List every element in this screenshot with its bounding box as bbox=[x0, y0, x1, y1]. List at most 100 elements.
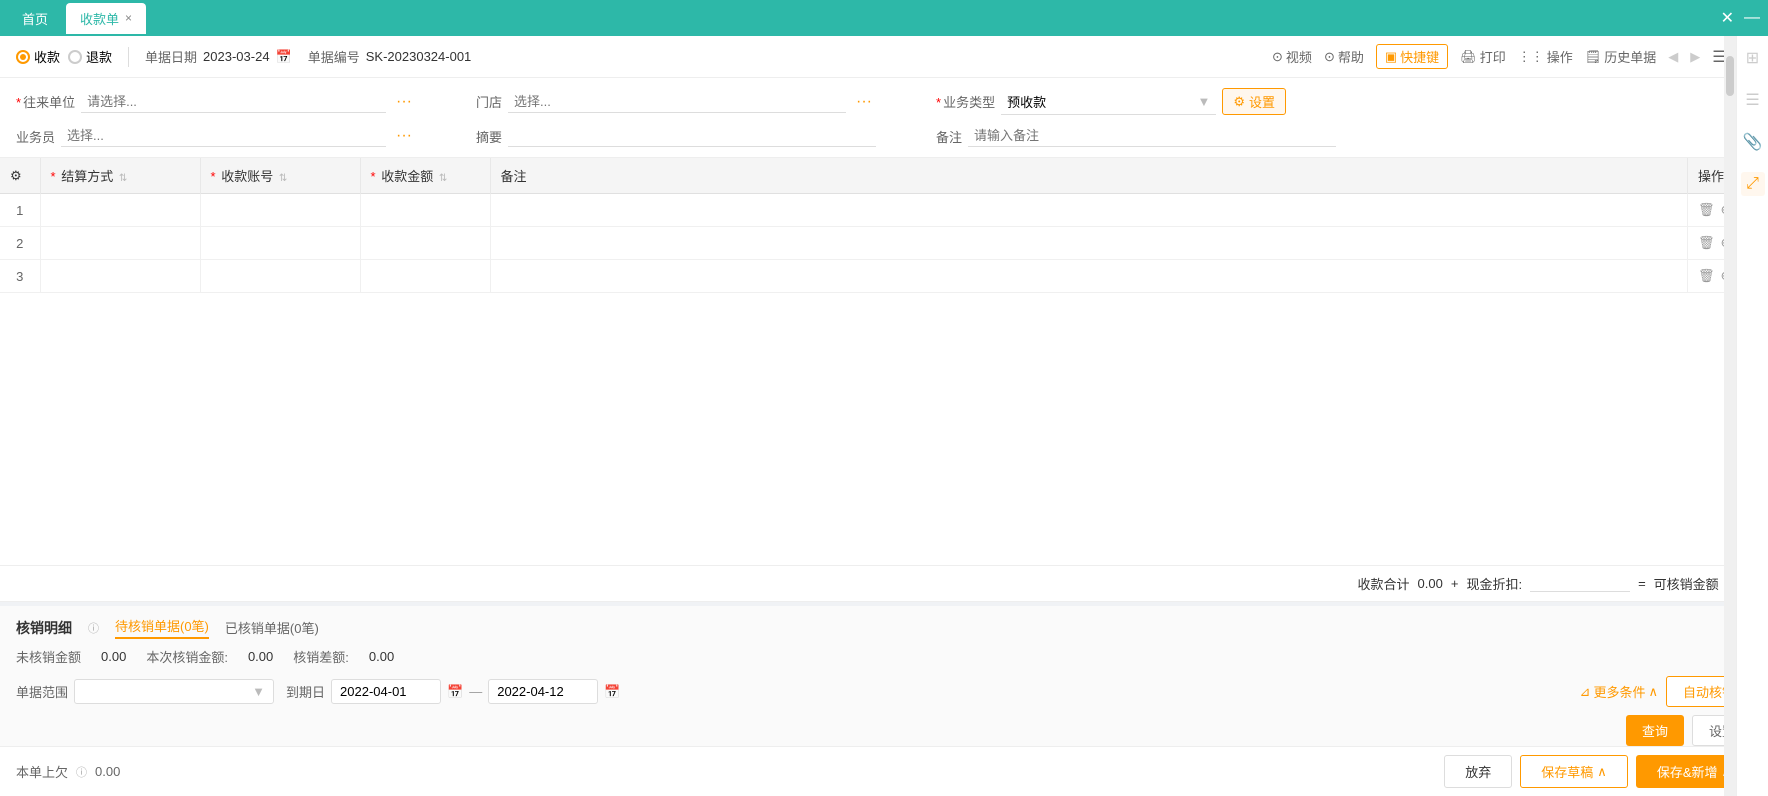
range-select[interactable]: ▼ bbox=[74, 679, 274, 704]
customer-field: *往来单位 ··· bbox=[16, 91, 416, 113]
sidebar-table-icon[interactable]: ⊞ bbox=[1741, 46, 1765, 70]
tab-active[interactable]: 收款单 × bbox=[66, 3, 146, 34]
tab-close-button[interactable]: × bbox=[125, 11, 132, 25]
video-button[interactable]: ⊙ 视频 bbox=[1272, 47, 1312, 66]
row-1-settlement[interactable] bbox=[40, 194, 200, 227]
sidebar-attach-icon[interactable]: 📎 bbox=[1741, 130, 1765, 154]
row-3-settlement[interactable] bbox=[40, 260, 200, 293]
col-account-th[interactable]: * 收款账号 ⇅ bbox=[200, 158, 360, 194]
this-check-value: 0.00 bbox=[248, 649, 273, 664]
date-to-cal-icon[interactable]: 📅 bbox=[604, 684, 620, 700]
toolbar-nav-left[interactable]: ◀ bbox=[1668, 49, 1678, 65]
discount-label: 现金折扣: bbox=[1466, 574, 1522, 593]
row-2-amount[interactable] bbox=[360, 227, 490, 260]
customer-more-button[interactable]: ··· bbox=[392, 93, 416, 111]
row-2-settlement[interactable] bbox=[40, 227, 200, 260]
date-label: 单据日期 bbox=[145, 47, 197, 66]
range-filter-field: 单据范围 ▼ bbox=[16, 679, 274, 704]
customer-input[interactable] bbox=[81, 91, 386, 113]
chevron-up-icon: ∧ bbox=[1648, 684, 1658, 700]
date-to-input[interactable] bbox=[488, 679, 598, 704]
store-input[interactable] bbox=[508, 91, 846, 113]
sidebar-list-icon[interactable]: ☰ bbox=[1741, 88, 1765, 112]
print-icon: 🖨 bbox=[1460, 49, 1477, 65]
hexiao-info-icon[interactable]: ⓘ bbox=[88, 620, 99, 636]
row-3-num: 3 bbox=[0, 260, 40, 293]
table-row: 1 🗑 ⊕ bbox=[0, 194, 1768, 227]
radio-refund[interactable]: 退款 bbox=[68, 47, 112, 66]
radio-refund-circle bbox=[68, 50, 82, 64]
calendar-icon[interactable]: 📅 bbox=[276, 49, 292, 65]
help-button[interactable]: ⊙ 帮助 bbox=[1324, 47, 1364, 66]
prev-info-icon[interactable]: ⓘ bbox=[76, 764, 87, 780]
history-button[interactable]: 🗒 历史单据 bbox=[1585, 47, 1657, 66]
scrollbar-thumb[interactable] bbox=[1726, 56, 1734, 96]
footer-right: 放弃 保存草稿 ∧ 保存&新增 ∧ bbox=[1444, 755, 1752, 788]
col-remark-th: 备注 bbox=[490, 158, 1688, 194]
form-area: *往来单位 ··· 门店 ··· *业务类型 预收款 ▼ bbox=[0, 78, 1768, 158]
operation-icon: ⋮⋮ bbox=[1518, 49, 1544, 65]
window-close-button[interactable]: ✕ bbox=[1721, 8, 1734, 28]
form-setting-button[interactable]: ⚙ 设置 bbox=[1222, 88, 1286, 115]
row-3-delete-icon[interactable]: 🗑 bbox=[1698, 268, 1715, 284]
store-more-button[interactable]: ··· bbox=[852, 93, 876, 111]
col-settings-th[interactable]: ⚙ bbox=[0, 158, 40, 194]
summary-input[interactable] bbox=[508, 125, 876, 147]
row-2-delete-icon[interactable]: 🗑 bbox=[1698, 235, 1715, 251]
col-amount-th[interactable]: * 收款金额 ⇅ bbox=[360, 158, 490, 194]
hexiao-section: 核销明细 ⓘ 待核销单据(0笔) 已核销单据(0笔) 未核销金额 0.00 本次… bbox=[0, 602, 1768, 764]
discount-input[interactable] bbox=[1530, 576, 1630, 592]
row-3-account[interactable] bbox=[200, 260, 360, 293]
date-cal-icon[interactable]: 📅 bbox=[447, 684, 463, 700]
save-draft-label: 保存草稿 bbox=[1541, 762, 1593, 781]
hexiao-filter-left: 单据范围 ▼ 到期日 📅 — 📅 bbox=[16, 679, 620, 704]
radio-refund-label: 退款 bbox=[86, 47, 112, 66]
main-content: 收款 退款 单据日期 2023-03-24 📅 单据编号 SK-20230324… bbox=[0, 36, 1768, 796]
row-3-amount[interactable] bbox=[360, 260, 490, 293]
operation-button[interactable]: ⋮⋮ 操作 bbox=[1518, 47, 1573, 66]
radio-receipt[interactable]: 收款 bbox=[16, 47, 60, 66]
tab-bar: 首页 收款单 × ✕ — bbox=[0, 0, 1768, 36]
toolbar-right: ⊙ 视频 ⊙ 帮助 ▣ 快捷键 🖨 打印 ⋮⋮ 操作 🗒 历史单据 bbox=[1272, 44, 1752, 69]
save-draft-button[interactable]: 保存草稿 ∧ bbox=[1520, 755, 1628, 788]
scrollbar[interactable] bbox=[1724, 36, 1736, 796]
col-settlement-th[interactable]: * 结算方式 ⇅ bbox=[40, 158, 200, 194]
prev-value: 0.00 bbox=[95, 764, 120, 779]
radio-receipt-label: 收款 bbox=[34, 47, 60, 66]
summary-field: 摘要 bbox=[476, 125, 876, 147]
biz-type-select[interactable]: 预收款 ▼ bbox=[1001, 89, 1216, 115]
date-value[interactable]: 2023-03-24 bbox=[203, 49, 270, 64]
footer-left: 本单上欠 ⓘ 0.00 bbox=[16, 762, 120, 781]
history-icon: 🗒 bbox=[1585, 49, 1602, 65]
row-1-amount[interactable] bbox=[360, 194, 490, 227]
sidebar-expand-icon[interactable]: ⤢ bbox=[1741, 172, 1765, 196]
row-1-num: 1 bbox=[0, 194, 40, 227]
row-2-account[interactable] bbox=[200, 227, 360, 260]
window-minimize-button[interactable]: — bbox=[1744, 9, 1760, 27]
filter-more-button[interactable]: ⊿ 更多条件 ∧ bbox=[1580, 682, 1658, 701]
row-1-account[interactable] bbox=[200, 194, 360, 227]
query-button[interactable]: 查询 bbox=[1626, 715, 1684, 746]
hexiao-tab-pending[interactable]: 待核销单据(0笔) bbox=[115, 616, 209, 639]
row-1-delete-icon[interactable]: 🗑 bbox=[1698, 202, 1715, 218]
date-filter-field: 到期日 📅 — 📅 bbox=[286, 679, 620, 704]
staff-input[interactable] bbox=[61, 125, 386, 147]
shortcut-button[interactable]: ▣ 快捷键 bbox=[1376, 44, 1448, 69]
biz-type-field: *业务类型 预收款 ▼ ⚙ 设置 bbox=[936, 88, 1286, 115]
row-3-remark[interactable] bbox=[490, 260, 1688, 293]
staff-more-button[interactable]: ··· bbox=[392, 127, 416, 145]
date-from-input[interactable] bbox=[331, 679, 441, 704]
discard-button[interactable]: 放弃 bbox=[1444, 755, 1512, 788]
tab-home[interactable]: 首页 bbox=[8, 3, 62, 34]
row-1-remark[interactable] bbox=[490, 194, 1688, 227]
row-2-remark[interactable] bbox=[490, 227, 1688, 260]
number-value[interactable]: SK-20230324-001 bbox=[366, 49, 472, 64]
hexiao-tab-done[interactable]: 已核销单据(0笔) bbox=[225, 618, 319, 637]
toolbar-nav-right[interactable]: ▶ bbox=[1690, 49, 1700, 65]
print-button[interactable]: 🖨 打印 bbox=[1460, 47, 1506, 66]
form-row-2: 业务员 ··· 摘要 备注 bbox=[16, 125, 1752, 147]
remark-input[interactable] bbox=[968, 125, 1336, 147]
total-label: 收款合计 bbox=[1358, 574, 1410, 593]
range-chevron: ▼ bbox=[252, 684, 265, 699]
table-row: 3 🗑 ⊕ bbox=[0, 260, 1768, 293]
